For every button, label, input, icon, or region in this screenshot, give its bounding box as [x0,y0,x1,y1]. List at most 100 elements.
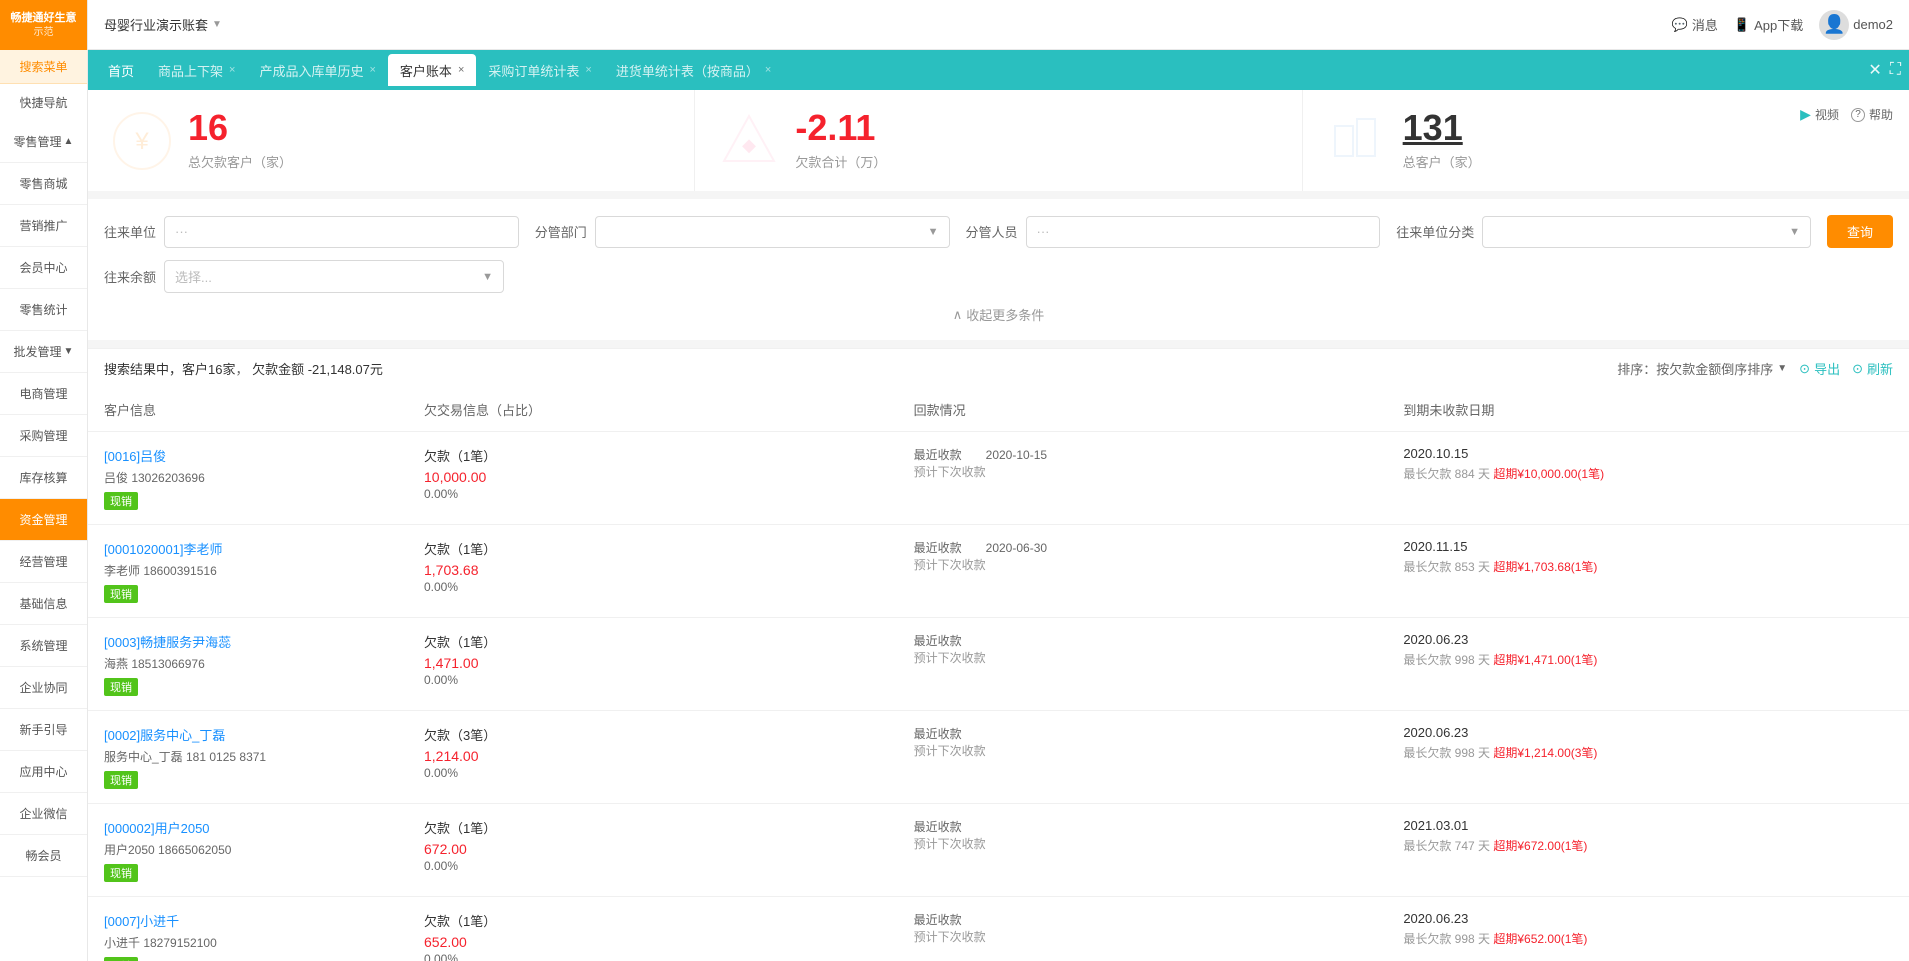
overdue-link[interactable]: 超期¥10,000.00(1笔) [1493,467,1604,481]
due-date-cell: 2020.06.23 最长欠款 998 天 超期¥1,471.00(1笔) [1403,632,1893,668]
sidebar-item-newbie[interactable]: 新手引导 [0,709,87,751]
debt-percent: 0.00% [424,487,914,501]
chevron-down-icon: ▲ [64,136,74,147]
search-menu[interactable]: 搜索菜单 [0,50,87,84]
balance-select[interactable]: 选择... ▼ [164,260,504,293]
tab-close-icon[interactable]: × [585,64,591,76]
tab-close-icon[interactable]: × [369,64,375,76]
tab-product-history[interactable]: 产成品入库单历史 × [247,54,387,86]
sidebar-item-retail-mall[interactable]: 零售商城 [0,163,87,205]
overdue-link[interactable]: 超期¥672.00(1笔) [1493,839,1587,853]
help-btn[interactable]: ? 帮助 [1851,106,1893,123]
sidebar-item-basic-info[interactable]: 基础信息 [0,583,87,625]
overdue-link[interactable]: 超期¥1,214.00(3笔) [1493,746,1597,760]
due-date-cell: 2020.06.23 最长欠款 998 天 超期¥1,214.00(3笔) [1403,725,1893,761]
filter-from-unit: 往来单位 ··· [104,216,519,248]
debt-amount: 10,000.00 [424,469,914,485]
sidebar-item-vip-member[interactable]: 畅会员 [0,835,87,877]
sidebar-item-system[interactable]: 系统管理 [0,625,87,667]
debt-count: 欠款（1笔） [424,539,914,558]
maximize-btn[interactable]: ⛶ [1890,61,1901,79]
debt-count: 欠款（3笔） [424,725,914,744]
refresh-btn[interactable]: ⊙ 刷新 [1852,359,1893,378]
sort-selector[interactable]: 排序：按欠款金额倒序排序 ▼ [1617,359,1787,378]
tab-customer-account[interactable]: 客户账本 × [388,54,476,86]
help-label: 帮助 [1869,106,1893,123]
collapse-filter-btn[interactable]: ∧ 收起更多条件 [104,305,1893,324]
unit-category-select[interactable]: ▼ [1482,216,1811,248]
customer-name-link[interactable]: [0001020001]李老师 [104,542,223,557]
tab-close-icon[interactable]: × [458,64,464,76]
table-row: [000002]用户2050 用户2050 18665062050 现销 欠款（… [88,804,1909,897]
sidebar-item-enterprise-coop[interactable]: 企业协同 [0,667,87,709]
sidebar-item-marketing[interactable]: 营销推广 [0,205,87,247]
sidebar-item-purchase[interactable]: 采购管理 [0,415,87,457]
customer-name-link[interactable]: [0003]畅捷服务尹海蕊 [104,635,231,650]
next-payment: 预计下次收款 [914,463,1404,480]
app-label: App下载 [1754,15,1803,34]
table-row: [0016]吕俊 吕俊 13026203696 现销 欠款（1笔） 10,000… [88,432,1909,525]
export-btn[interactable]: ⊙ 导出 [1799,359,1840,378]
due-date: 2021.03.01 [1403,818,1893,833]
tab-close-icon[interactable]: × [765,64,771,76]
customer-name-link[interactable]: [0002]服务中心_丁磊 [104,728,225,743]
tab-home[interactable]: 首页 [96,54,146,86]
customer-name-link[interactable]: [000002]用户2050 [104,821,210,836]
close-all-tabs-btn[interactable]: ✕ [1868,60,1881,80]
debt-percent: 0.00% [424,673,914,687]
tab-home-label: 首页 [108,61,134,80]
sidebar-item-retail-manage[interactable]: 零售管理 ▲ [0,121,87,163]
next-payment: 预计下次收款 [914,835,1404,852]
sidebar-nav: 零售管理 ▲ 零售商城 营销推广 会员中心 零售统计 批发管理 ▼ 电商管理 采… [0,121,87,961]
tab-label: 进货单统计表（按商品） [616,61,759,80]
next-payment: 预计下次收款 [914,928,1404,945]
customer-name-link[interactable]: [0007]小进千 [104,914,179,929]
customer-phone: 用户2050 18665062050 [104,841,424,858]
sidebar-item-retail-stats[interactable]: 零售统计 [0,289,87,331]
tabs-actions: ✕ ⛶ [1868,60,1901,80]
from-unit-input[interactable]: ··· [164,216,519,248]
quick-nav[interactable]: 快捷导航 [0,84,87,121]
sidebar-item-wholesale[interactable]: 批发管理 ▼ [0,331,87,373]
due-date-cell: 2020.10.15 最长欠款 884 天 超期¥10,000.00(1笔) [1403,446,1893,482]
balance-placeholder: 选择... [175,267,212,286]
refresh-icon: ⊙ [1852,361,1863,377]
sidebar-item-member[interactable]: 会员中心 [0,247,87,289]
tab-goods-online-offline[interactable]: 商品上下架 × [146,54,247,86]
search-button[interactable]: 查询 [1827,215,1893,248]
last-payment: 最近收款 [914,911,1404,928]
company-selector[interactable]: 母婴行业演示账套 ▼ [104,15,222,34]
customer-tag: 现销 [104,957,138,961]
debt-amount: 652.00 [424,934,914,950]
overdue-link[interactable]: 超期¥1,703.68(1笔) [1493,560,1597,574]
filter-row-2: 往来余额 选择... ▼ [104,260,504,293]
customer-name-link[interactable]: [0016]吕俊 [104,449,166,464]
overdue-info: 最长欠款 747 天 超期¥672.00(1笔) [1403,837,1893,854]
sidebar-item-enterprise-wechat[interactable]: 企业微信 [0,793,87,835]
customer-tag: 现销 [104,771,138,789]
sidebar-item-inventory[interactable]: 库存核算 [0,457,87,499]
overdue-link[interactable]: 超期¥1,471.00(1笔) [1493,653,1597,667]
overdue-link[interactable]: 超期¥652.00(1笔) [1493,932,1587,946]
total-customers-label: 总客户（家） [1403,152,1885,171]
manager-input[interactable]: ··· [1026,216,1381,248]
dept-select[interactable]: ▼ [595,216,950,248]
manager-placeholder: ··· [1037,224,1050,239]
sidebar-item-app-center[interactable]: 应用中心 [0,751,87,793]
tab-close-icon[interactable]: × [229,64,235,76]
sidebar-item-finance[interactable]: 资金管理 [0,499,87,541]
debt-percent: 0.00% [424,859,914,873]
tab-label: 采购订单统计表 [488,61,579,80]
message-btn[interactable]: 💬 消息 [1672,15,1718,34]
app-download-btn[interactable]: 📱 App下载 [1734,15,1803,34]
video-btn[interactable]: ▶ 视频 [1800,106,1839,123]
sidebar-item-ecommerce[interactable]: 电商管理 [0,373,87,415]
tab-purchase-order-stats[interactable]: 采购订单统计表 × [476,54,603,86]
debt-total-value: -2.11 [795,110,1277,146]
table-row: [0002]服务中心_丁磊 服务中心_丁磊 181 0125 8371 现销 欠… [88,711,1909,804]
debt-count: 欠款（1笔） [424,911,914,930]
total-customers-icon [1327,111,1387,171]
sidebar-item-operations[interactable]: 经营管理 [0,541,87,583]
user-menu[interactable]: 👤 demo2 [1819,10,1893,40]
tab-purchase-stats-by-goods[interactable]: 进货单统计表（按商品） × [604,54,783,86]
